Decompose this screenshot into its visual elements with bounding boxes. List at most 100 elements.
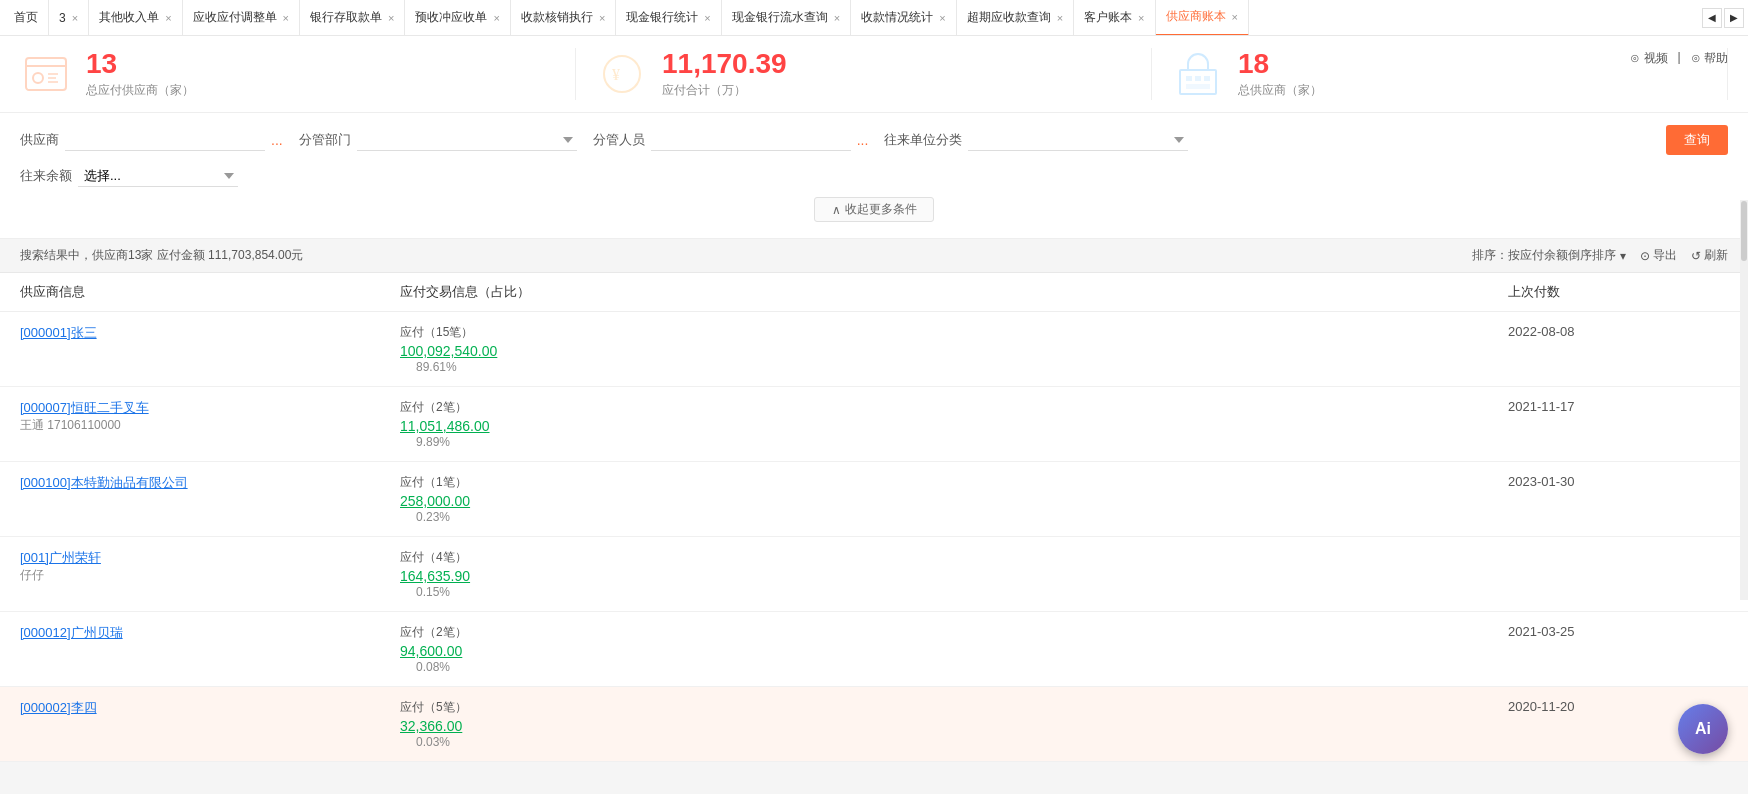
supplier-link-zhangsan[interactable]: [000001]张三	[20, 324, 400, 342]
nav-tab-3[interactable]: 3 ×	[49, 0, 89, 36]
nav-prev-button[interactable]: ◀	[1702, 8, 1722, 28]
table-row: [000012]广州贝瑞 应付（2笔） 94,600.00 0.08% 2021…	[0, 612, 1748, 687]
summary-bar: 13 总应付供应商（家） ¥ 11,170.39 应付合计（万）	[0, 36, 1748, 113]
person-dots-icon[interactable]: ...	[857, 132, 869, 148]
dept-select[interactable]	[357, 129, 577, 151]
close-icon[interactable]: ×	[599, 12, 605, 24]
refresh-button[interactable]: ↺ 刷新	[1691, 247, 1728, 264]
close-icon[interactable]: ×	[388, 12, 394, 24]
table-row: [000007]恒旺二手叉车 王通 17106110000 应付（2笔） 11,…	[0, 387, 1748, 462]
close-icon[interactable]: ×	[283, 12, 289, 24]
svg-rect-4	[1180, 70, 1216, 94]
lastpay-date-hengwang: 2021-11-17	[1508, 399, 1575, 414]
transaction-amount-lisi[interactable]: 32,366.00	[400, 718, 1508, 734]
query-button[interactable]: 查询	[1666, 125, 1728, 155]
transaction-label-zhangsan: 应付（15笔）	[400, 325, 473, 339]
payable-total-number: 11,170.39	[662, 49, 787, 80]
filter-group-category: 往来单位分类	[884, 129, 1188, 151]
lastpay-lisi: 2020-11-20	[1508, 699, 1708, 714]
nav-tab-customer[interactable]: 客户账本 ×	[1074, 0, 1155, 36]
nav-tab-other-income[interactable]: 其他收入单 ×	[89, 0, 182, 36]
table-row: [000001]张三 应付（15笔） 100,092,540.00 89.61%…	[0, 312, 1748, 387]
lastpay-benteqin: 2023-01-30	[1508, 474, 1708, 489]
transaction-percent-beiyui: 0.08%	[416, 660, 450, 674]
home-tab-label: 首页	[14, 9, 38, 26]
nav-tab-home[interactable]: 首页	[4, 0, 49, 36]
result-bar: 搜索结果中，供应商13家 应付金额 111,703,854.00元 排序：按应付…	[0, 239, 1748, 273]
transaction-benteqin: 应付（1笔） 258,000.00 0.23%	[400, 474, 1508, 524]
bank-label: 银行存取款单	[310, 9, 382, 26]
total-suppliers-icon	[1172, 48, 1224, 100]
balance-select[interactable]: 选择...	[78, 165, 238, 187]
supplier-link-lisi[interactable]: [000002]李四	[20, 699, 400, 717]
nav-arrows: ◀ ▶	[1702, 8, 1744, 28]
top-right-links: ⊙ 视频 | ⊙ 帮助	[1630, 50, 1728, 67]
scrollbar-thumb[interactable]	[1741, 201, 1747, 261]
transaction-amount-zhangsan[interactable]: 100,092,540.00	[400, 343, 1508, 359]
col-header-supplier: 供应商信息	[20, 283, 400, 301]
scrollbar[interactable]	[1740, 200, 1748, 600]
filter-group-dept: 分管部门	[299, 129, 577, 151]
nav-tab-collect-verify[interactable]: 收款核销执行 ×	[511, 0, 616, 36]
supplier-link-yuexuan[interactable]: [001]广州荣轩	[20, 549, 400, 567]
transaction-amount-hengwang[interactable]: 11,051,486.00	[400, 418, 1508, 434]
payable-suppliers-icon	[20, 48, 72, 100]
close-icon[interactable]: ×	[72, 12, 78, 24]
lastpay-date-lisi: 2020-11-20	[1508, 699, 1575, 714]
supplier-input[interactable]	[65, 129, 265, 151]
payable-suppliers-number: 13	[86, 49, 194, 80]
supplier-link-hengwang[interactable]: [000007]恒旺二手叉车	[20, 399, 400, 417]
lastpay-date-benteqin: 2023-01-30	[1508, 474, 1575, 489]
close-icon[interactable]: ×	[1232, 11, 1238, 23]
close-icon[interactable]: ×	[1057, 12, 1063, 24]
transaction-amount-yuexuan[interactable]: 164,635.90	[400, 568, 1508, 584]
supplier-link-benteqin[interactable]: [000100]本特勤油品有限公司	[20, 474, 400, 492]
cash-stat-label: 现金银行统计	[626, 9, 698, 26]
close-icon[interactable]: ×	[493, 12, 499, 24]
category-select[interactable]	[968, 129, 1188, 151]
transaction-percent-benteqin: 0.23%	[416, 510, 450, 524]
close-icon[interactable]: ×	[939, 12, 945, 24]
filter-area: 供应商 ... 分管部门 分管人员 ... 往来单位分类 查询	[0, 113, 1748, 239]
supplier-dots-icon[interactable]: ...	[271, 132, 283, 148]
supplier-info-yuexuan: [001]广州荣轩 仔仔	[20, 549, 400, 584]
help-link[interactable]: ⊙ 帮助	[1691, 50, 1728, 67]
supplier-info-hengwang: [000007]恒旺二手叉车 王通 17106110000	[20, 399, 400, 434]
tab3-label: 3	[59, 11, 66, 25]
nav-tab-bank[interactable]: 银行存取款单 ×	[300, 0, 405, 36]
supplier-filter-label: 供应商	[20, 131, 59, 149]
nav-tab-cash-flow[interactable]: 现金银行流水查询 ×	[722, 0, 851, 36]
nav-tab-overdue[interactable]: 超期应收款查询 ×	[957, 0, 1074, 36]
transaction-label-lisi: 应付（5笔）	[400, 700, 467, 714]
nav-next-button[interactable]: ▶	[1724, 8, 1744, 28]
supplier-link-beiyui[interactable]: [000012]广州贝瑞	[20, 624, 400, 642]
nav-tab-prepay[interactable]: 预收冲应收单 ×	[405, 0, 510, 36]
person-input[interactable]	[651, 129, 851, 151]
close-icon[interactable]: ×	[165, 12, 171, 24]
nav-tab-cash-stat[interactable]: 现金银行统计 ×	[616, 0, 721, 36]
close-icon[interactable]: ×	[704, 12, 710, 24]
ai-float-button[interactable]: Ai	[1678, 704, 1728, 754]
result-bar-right: 排序：按应付余额倒序排序 ▾ ⊙ 导出 ↺ 刷新	[1472, 247, 1728, 264]
collapse-button[interactable]: ∧ 收起更多条件	[814, 197, 934, 222]
close-icon[interactable]: ×	[1138, 12, 1144, 24]
transaction-lisi: 应付（5笔） 32,366.00 0.03%	[400, 699, 1508, 749]
close-icon[interactable]: ×	[834, 12, 840, 24]
export-button[interactable]: ⊙ 导出	[1640, 247, 1677, 264]
sort-dropdown[interactable]: 排序：按应付余额倒序排序 ▾	[1472, 247, 1626, 264]
video-link[interactable]: ⊙ 视频	[1630, 50, 1667, 67]
nav-tab-supplier-account[interactable]: 供应商账本 ×	[1156, 0, 1249, 36]
collapse-label: 收起更多条件	[845, 201, 917, 218]
collect-stat-label: 收款情况统计	[861, 9, 933, 26]
row-hengwang: [000007]恒旺二手叉车 王通 17106110000 应付（2笔） 11,…	[0, 387, 1748, 461]
payable-suppliers-text: 13 总应付供应商（家）	[86, 49, 194, 99]
transaction-percent-yuexuan: 0.15%	[416, 585, 450, 599]
nav-tab-ar-ap[interactable]: 应收应付调整单 ×	[183, 0, 300, 36]
supplier-info-benteqin: [000100]本特勤油品有限公司	[20, 474, 400, 492]
transaction-amount-beiyui[interactable]: 94,600.00	[400, 643, 1508, 659]
row-beiyui: [000012]广州贝瑞 应付（2笔） 94,600.00 0.08% 2021…	[0, 612, 1748, 686]
other-income-label: 其他收入单	[99, 9, 159, 26]
nav-tab-collect-stat[interactable]: 收款情况统计 ×	[851, 0, 956, 36]
svg-rect-0	[26, 58, 66, 90]
transaction-amount-benteqin[interactable]: 258,000.00	[400, 493, 1508, 509]
